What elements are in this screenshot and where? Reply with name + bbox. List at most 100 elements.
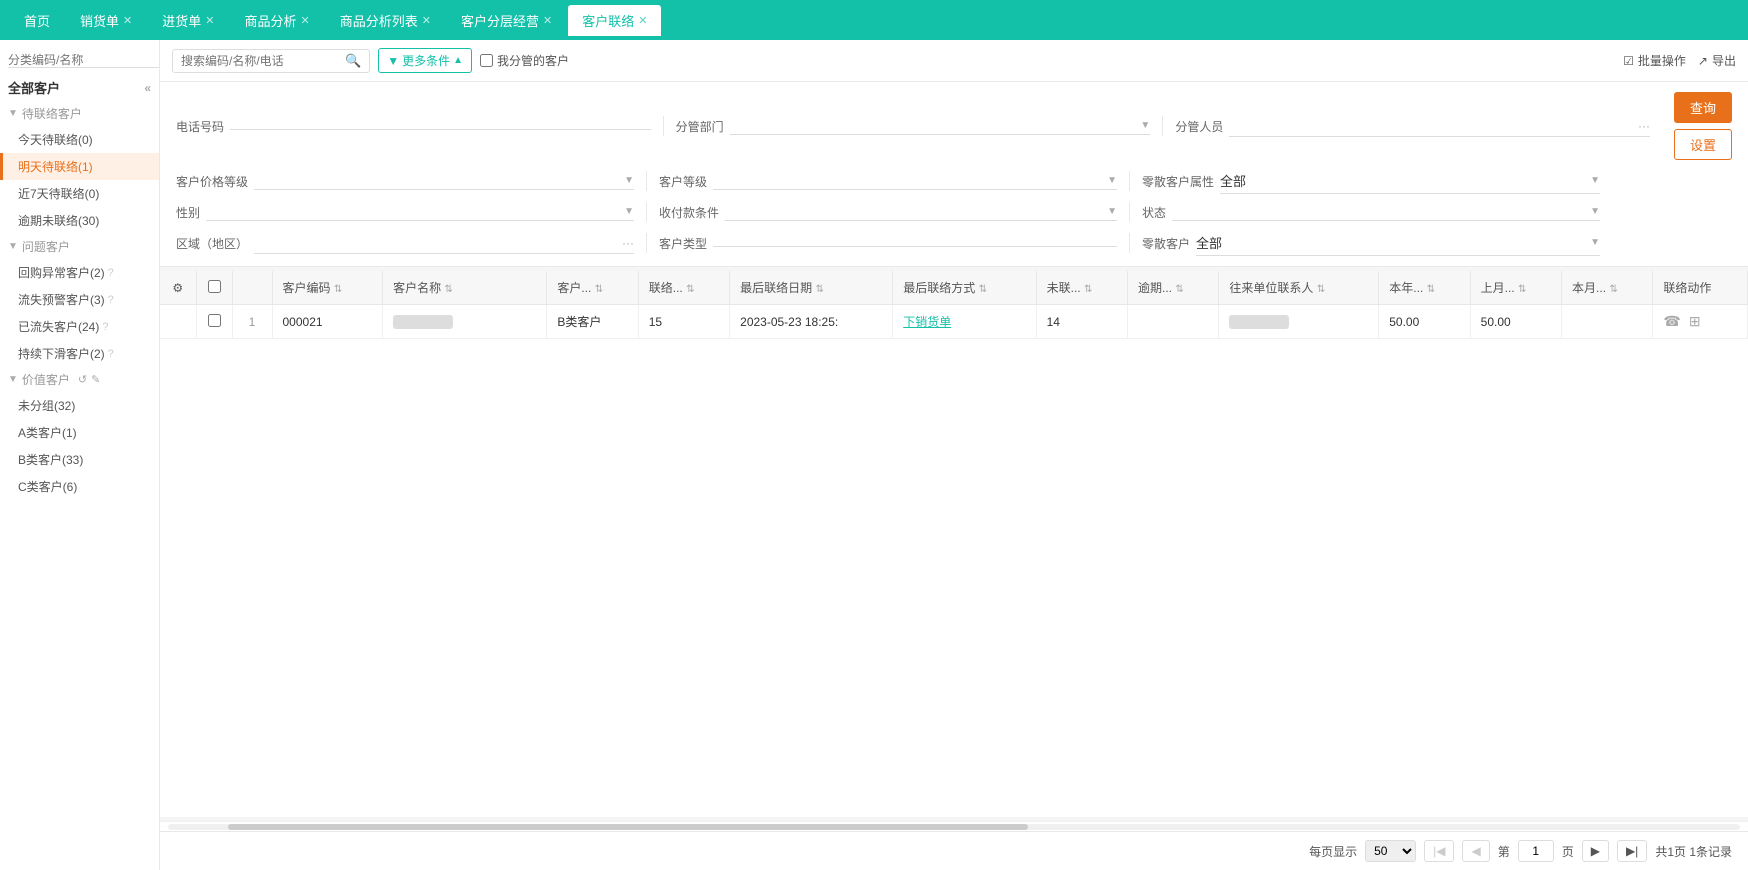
sidebar-item-class-a[interactable]: A类客户(1) — [0, 419, 159, 446]
filter-payment: 收付款条件 ▼ — [659, 203, 1117, 221]
first-page-button[interactable]: |◀ — [1424, 840, 1454, 862]
customers-table: ⚙ 客户编码 ⇅ 客户名称 ⇅ 客户... ⇅ — [160, 271, 1748, 339]
scrollbar-track[interactable] — [168, 824, 1740, 830]
query-button[interactable]: 查询 — [1674, 92, 1732, 123]
page-input[interactable] — [1518, 840, 1554, 862]
setting-button[interactable]: 设置 — [1674, 129, 1732, 160]
group-pending-contact: 待联络客户 — [0, 101, 159, 126]
sidebar-item-week[interactable]: 近7天待联络(0) — [0, 180, 159, 207]
export-button[interactable]: ↗ 导出 — [1698, 52, 1736, 69]
nav-goods-analysis-list[interactable]: 商品分析列表 ✕ — [326, 5, 445, 36]
chevron-down-icon: ▼ — [1590, 175, 1600, 186]
col-settings[interactable]: ⚙ — [160, 271, 196, 305]
nav-customer-contact[interactable]: 客户联络 ✕ — [568, 5, 661, 36]
sort-icon[interactable]: ⇅ — [1317, 284, 1325, 295]
sort-icon[interactable]: ⇅ — [816, 284, 824, 295]
my-customers-checkbox[interactable] — [480, 54, 493, 67]
table-row: 1 000021 B类客户 15 2023-05-23 18:25: 下销货单 … — [160, 305, 1748, 339]
col-this-month[interactable]: 本月... ⇅ — [1562, 271, 1653, 305]
search-icon[interactable]: 🔍 — [345, 53, 361, 69]
scrollbar-thumb[interactable] — [228, 824, 1028, 830]
col-uncontacted[interactable]: 未联... ⇅ — [1036, 271, 1127, 305]
refresh-icon[interactable]: ↺ — [78, 373, 87, 386]
sidebar-item-repurchase-abnormal[interactable]: 回购异常客户(2) ? — [0, 259, 159, 286]
batch-op-button[interactable]: ☑ 批量操作 — [1623, 52, 1686, 69]
nav-purchase[interactable]: 进货单 ✕ — [148, 5, 228, 36]
next-page-button[interactable]: ▶ — [1582, 840, 1609, 862]
sort-icon[interactable]: ⇅ — [1609, 284, 1617, 295]
filter-panel: 电话号码 分管部门 ▼ 分管人员 — [160, 82, 1748, 267]
sidebar-item-lost[interactable]: 流失预警客户(3) ? — [0, 286, 159, 313]
col-unit-contact[interactable]: 往来单位联系人 ⇅ — [1219, 271, 1379, 305]
filter-row-4: 区域（地区） ··· 客户类型 零散客户 — [176, 230, 1732, 256]
close-icon[interactable]: ✕ — [543, 14, 552, 27]
sidebar-item-today[interactable]: 今天待联络(0) — [0, 126, 159, 153]
col-customer-type[interactable]: 客户... ⇅ — [547, 271, 638, 305]
row-action: ☎ ⊞ — [1653, 305, 1748, 339]
col-action: 联络动作 — [1653, 271, 1748, 305]
col-contact[interactable]: 联络... ⇅ — [638, 271, 729, 305]
sidebar: 🔍 全部客户 « 待联络客户 今天待联络(0) 明天待联络(1) 近7天待联络(… — [0, 40, 160, 870]
col-last-contact-method[interactable]: 最后联络方式 ⇅ — [893, 271, 1036, 305]
sidebar-item-tomorrow[interactable]: 明天待联络(1) — [0, 153, 159, 180]
filter-price-level: 客户价格等级 ▼ — [176, 172, 634, 190]
select-all-checkbox[interactable] — [208, 280, 221, 293]
row-checkbox[interactable] — [196, 305, 232, 339]
col-code[interactable]: 客户编码 ⇅ — [272, 271, 383, 305]
prev-page-button[interactable]: ◀ — [1462, 840, 1489, 862]
nav-sales[interactable]: 销货单 ✕ — [66, 5, 146, 36]
row-settings[interactable] — [160, 305, 196, 339]
more-icon[interactable]: ··· — [1638, 119, 1650, 133]
nav-goods-analysis[interactable]: 商品分析 ✕ — [230, 5, 323, 36]
sort-icon[interactable]: ⇅ — [334, 284, 342, 295]
col-last-contact-date[interactable]: 最后联络日期 ⇅ — [730, 271, 893, 305]
close-icon[interactable]: ✕ — [422, 14, 431, 27]
contact-icon[interactable]: ☎ — [1663, 313, 1680, 330]
sort-icon[interactable]: ⇅ — [1427, 284, 1435, 295]
nav-customer-tier[interactable]: 客户分层经营 ✕ — [447, 5, 566, 36]
nav-home[interactable]: 首页 — [10, 5, 64, 36]
sort-icon[interactable]: ⇅ — [686, 284, 694, 295]
col-checkbox[interactable] — [196, 271, 232, 305]
sort-icon[interactable]: ⇅ — [979, 284, 987, 295]
close-icon[interactable]: ✕ — [638, 14, 647, 27]
row-contact: 15 — [638, 305, 729, 339]
row-last-contact-method[interactable]: 下销货单 — [893, 305, 1036, 339]
close-icon[interactable]: ✕ — [123, 14, 132, 27]
edit-icon[interactable]: ✎ — [91, 373, 100, 386]
col-name[interactable]: 客户名称 ⇅ — [383, 271, 547, 305]
sort-icon[interactable]: ⇅ — [1175, 284, 1183, 295]
sidebar-item-class-c[interactable]: C类客户(6) — [0, 473, 159, 500]
col-this-year[interactable]: 本年... ⇅ — [1379, 271, 1470, 305]
sort-icon[interactable]: ⇅ — [595, 284, 603, 295]
close-icon[interactable]: ✕ — [205, 14, 214, 27]
sidebar-item-class-b[interactable]: B类客户(33) — [0, 446, 159, 473]
horizontal-scrollbar[interactable] — [160, 821, 1748, 831]
more-icon[interactable]: ··· — [622, 236, 634, 250]
grid-icon[interactable]: ⊞ — [1689, 313, 1701, 330]
last-page-button[interactable]: ▶| — [1617, 840, 1647, 862]
chevron-down-icon: ▼ — [1107, 175, 1117, 186]
sidebar-item-overdue[interactable]: 逾期未联络(30) — [0, 207, 159, 234]
sidebar-item-already-lost[interactable]: 已流失客户(24) ? — [0, 313, 159, 340]
my-customers-checkbox-label[interactable]: 我分管的客户 — [480, 52, 569, 69]
col-last-month[interactable]: 上月... ⇅ — [1470, 271, 1561, 305]
row-unit-contact — [1219, 305, 1379, 339]
sort-icon[interactable]: ⇅ — [1518, 284, 1526, 295]
filter-manager: 分管人员 ··· — [1175, 116, 1650, 137]
collapse-icon[interactable]: « — [144, 81, 151, 95]
close-icon[interactable]: ✕ — [301, 14, 310, 27]
more-filter-button[interactable]: ▼ 更多条件 ▲ — [378, 48, 472, 73]
sidebar-item-keep-declining[interactable]: 持续下滑客户(2) ? — [0, 340, 159, 367]
all-customers-header[interactable]: 全部客户 « — [0, 72, 159, 101]
row-select-checkbox[interactable] — [208, 314, 221, 327]
row-this-month — [1562, 305, 1653, 339]
filter-actions: 查询 设置 — [1674, 92, 1732, 160]
search-input[interactable] — [181, 54, 341, 68]
sort-icon[interactable]: ⇅ — [1084, 284, 1092, 295]
sort-icon[interactable]: ⇅ — [444, 284, 452, 295]
page-size-select[interactable]: 50 100 — [1365, 840, 1416, 862]
sidebar-search-input[interactable] — [8, 53, 160, 68]
col-overdue[interactable]: 逾期... ⇅ — [1128, 271, 1219, 305]
sidebar-item-unclassified[interactable]: 未分组(32) — [0, 392, 159, 419]
